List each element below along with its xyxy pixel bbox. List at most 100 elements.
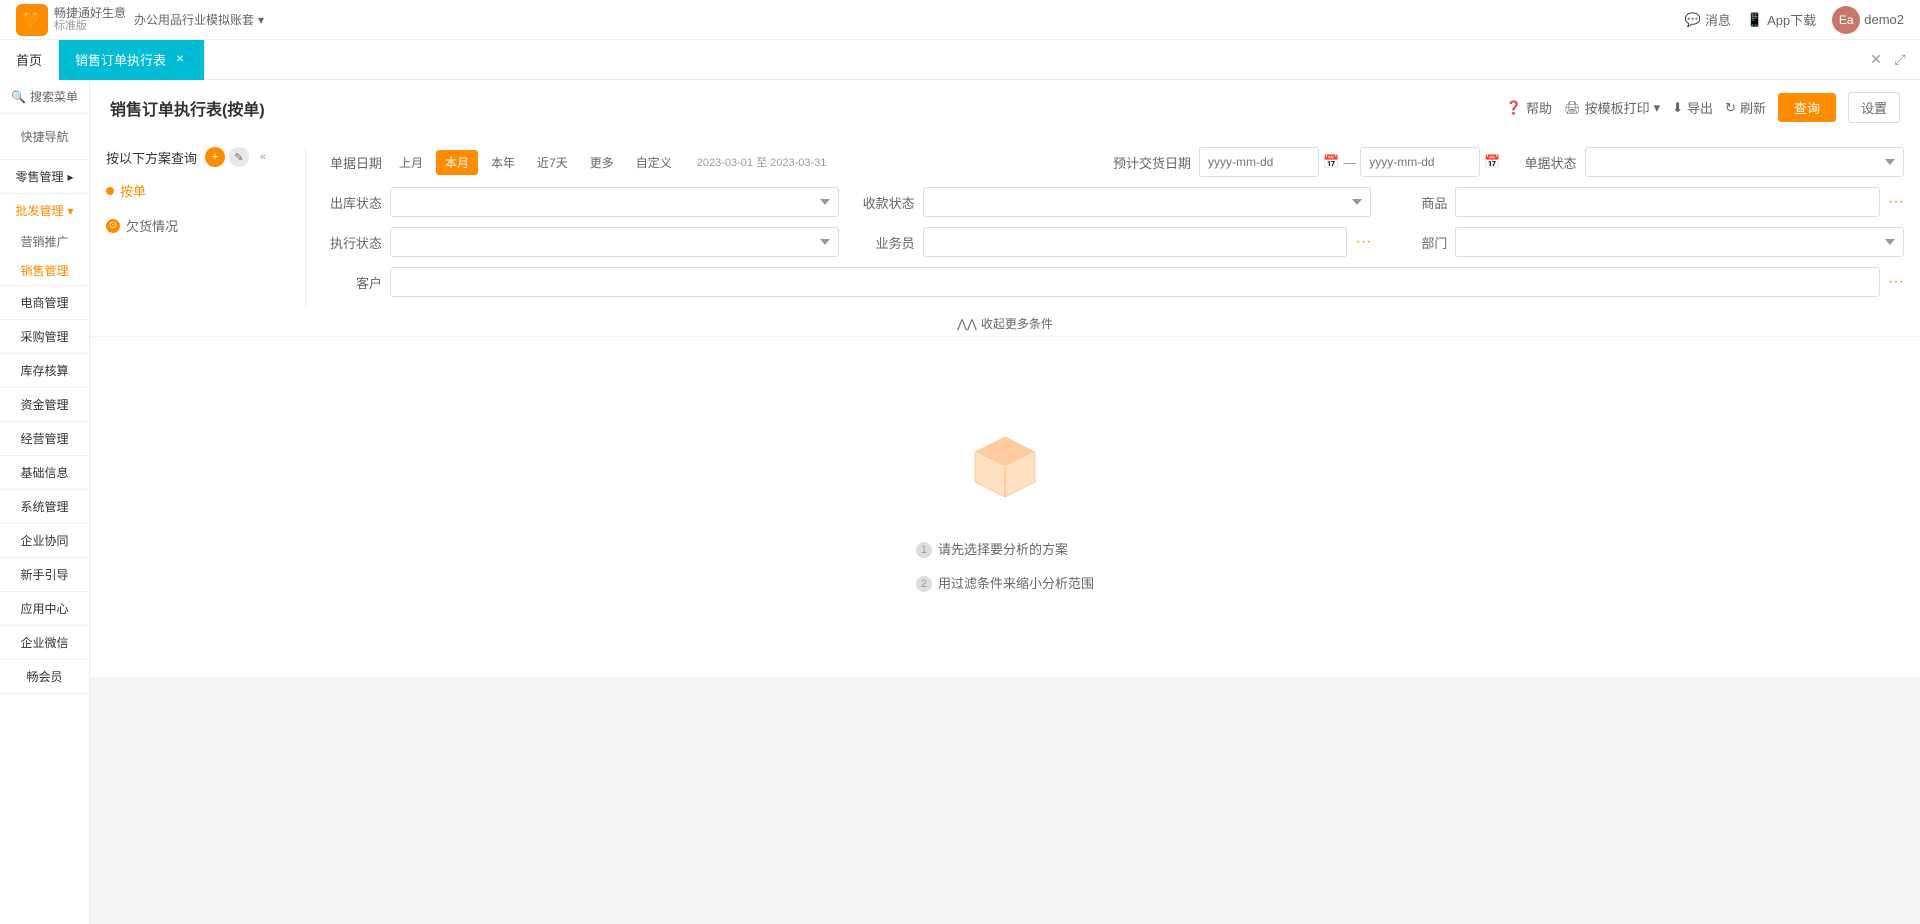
chevron-right-icon: ▸ <box>67 170 73 184</box>
sidebar-item-finance[interactable]: 资金管理 <box>0 388 89 422</box>
sidebar-item-quick-nav[interactable]: 快捷导航 <box>0 120 89 153</box>
help-button[interactable]: ❓ 帮助 <box>1506 98 1552 117</box>
tab-bar: 首页 销售订单执行表 ✕ ✕ ⤢ <box>0 40 1920 80</box>
filter-row-1: 单据日期 上月 本月 本年 近7天 更多 自定义 2023-03-01 至 20… <box>322 147 1904 177</box>
staff-input[interactable] <box>923 227 1348 257</box>
close-window-icon[interactable]: ✕ <box>1868 52 1884 68</box>
app-download-action[interactable]: 📱 App下载 <box>1747 10 1816 29</box>
add-scheme-button[interactable]: + <box>205 147 225 167</box>
sidebar-item-newbie[interactable]: 新手引导 <box>0 558 89 592</box>
goods-label: 商品 <box>1387 193 1447 212</box>
expand-window-icon[interactable]: ⤢ <box>1892 52 1908 68</box>
outbound-select[interactable] <box>390 187 839 217</box>
empty-text: 1 请先选择要分析的方案 2 用过滤条件来缩小分析范围 <box>916 537 1094 597</box>
date-tab-custom[interactable]: 自定义 <box>627 150 681 175</box>
exec-label: 执行状态 <box>322 233 382 252</box>
date-tab-more[interactable]: 更多 <box>581 150 623 175</box>
scheme-icon: ⊙ <box>106 219 120 233</box>
top-bar-left: 🧡 畅捷通好生意 标准版 办公用品行业模拟账套 ▾ <box>16 4 264 36</box>
top-bar: 🧡 畅捷通好生意 标准版 办公用品行业模拟账套 ▾ 💬 消息 📱 App下载 E… <box>0 0 1920 40</box>
sidebar-item-wechat[interactable]: 企业微信 <box>0 626 89 660</box>
calendar-icon-2[interactable]: 📅 <box>1484 154 1500 170</box>
filter-panel-inner: 按以下方案查询 + ✎ « 按单 ⊙ <box>106 147 1904 307</box>
date-tab-current-month[interactable]: 本月 <box>436 150 478 175</box>
collapse-scheme-button[interactable]: « <box>253 147 273 167</box>
goods-input[interactable] <box>1455 187 1880 217</box>
user-profile[interactable]: Ea demo2 <box>1832 6 1904 34</box>
calendar-icon-1[interactable]: 📅 <box>1323 154 1339 170</box>
empty-step-1: 1 请先选择要分析的方案 <box>916 537 1094 563</box>
status-select[interactable] <box>1585 147 1905 177</box>
outbound-filter-group: 出库状态 <box>322 187 839 217</box>
filter-left: 按以下方案查询 + ✎ « 按单 ⊙ <box>106 147 306 307</box>
empty-state: 1 请先选择要分析的方案 2 用过滤条件来缩小分析范围 <box>90 337 1920 677</box>
sidebar-item-inventory[interactable]: 库存核算 <box>0 354 89 388</box>
scheme-item-debt[interactable]: ⊙ 欠货情况 <box>106 210 293 241</box>
estimated-date-group: 预计交货日期 📅 — 📅 <box>1113 147 1501 177</box>
date-filter-group: 单据日期 上月 本月 本年 近7天 更多 自定义 2023-03-01 至 20… <box>322 150 1097 175</box>
sidebar-item-ecommerce[interactable]: 电商管理 <box>0 286 89 320</box>
export-icon: ⬇ <box>1672 100 1683 116</box>
scheme-item-press[interactable]: 按单 <box>106 175 293 206</box>
customer-input[interactable] <box>390 267 1880 297</box>
end-date-input[interactable] <box>1360 147 1480 177</box>
refresh-button[interactable]: ↻ 刷新 <box>1725 98 1766 117</box>
sidebar-item-sales-mgmt[interactable]: 销售管理 <box>0 256 89 285</box>
message-action[interactable]: 💬 消息 <box>1685 10 1731 29</box>
edit-scheme-button[interactable]: ✎ <box>229 147 249 167</box>
date-tabs: 上月 本月 本年 近7天 更多 自定义 <box>390 150 681 175</box>
sidebar-item-member[interactable]: 畅会员 <box>0 660 89 694</box>
avatar-text: Ea <box>1839 13 1854 27</box>
staff-dots[interactable]: ··· <box>1355 234 1371 250</box>
estimated-date-label: 预计交货日期 <box>1113 153 1191 172</box>
empty-icon <box>955 417 1055 517</box>
print-button[interactable]: 🖨 按模板打印 ▾ <box>1564 98 1660 117</box>
step-1-num: 1 <box>916 542 932 558</box>
setting-button[interactable]: 设置 <box>1848 92 1900 123</box>
receipt-label: 收款状态 <box>855 193 915 212</box>
sidebar-item-wholesale[interactable]: 批发管理 ▾ <box>0 194 89 227</box>
sidebar-item-basic[interactable]: 基础信息 <box>0 456 89 490</box>
sidebar-search[interactable]: 🔍 搜索菜单 <box>0 80 89 114</box>
tab-home[interactable]: 首页 <box>0 40 59 80</box>
help-icon: ❓ <box>1506 100 1522 116</box>
start-date-input[interactable] <box>1199 147 1319 177</box>
collapse-button[interactable]: ⋀⋀ 收起更多条件 <box>957 315 1053 332</box>
search-button[interactable]: 查询 <box>1778 93 1836 122</box>
sidebar-quick-nav[interactable]: 快捷导航 <box>0 114 89 160</box>
page-title: 销售订单执行表(按单) <box>110 96 265 120</box>
exec-select[interactable] <box>390 227 839 257</box>
filter-section: 按以下方案查询 + ✎ « 按单 ⊙ <box>90 135 1920 336</box>
date-tab-current-year[interactable]: 本年 <box>482 150 524 175</box>
chevron-down-icon[interactable]: ▾ <box>258 13 264 27</box>
sidebar-item-purchase[interactable]: 采购管理 <box>0 320 89 354</box>
sidebar-item-marketing[interactable]: 营销推广 <box>0 227 89 256</box>
avatar: Ea <box>1832 6 1860 34</box>
goods-filter-group: 商品 ··· <box>1387 187 1904 217</box>
tab-sales-order[interactable]: 销售订单执行表 ✕ <box>59 40 205 80</box>
export-button[interactable]: ⬇ 导出 <box>1672 98 1713 117</box>
content-area: 销售订单执行表(按单) ❓ 帮助 🖨 按模板打印 ▾ ⬇ 导出 ↻ 刷新 <box>90 80 1920 924</box>
main-layout: 🔍 搜索菜单 快捷导航 零售管理 ▸ 批发管理 ▾ 营销推广 销售管理 <box>0 80 1920 924</box>
date-tab-prev-month[interactable]: 上月 <box>390 150 432 175</box>
sidebar-item-enterprise[interactable]: 企业协同 <box>0 524 89 558</box>
exec-filter-group: 执行状态 <box>322 227 839 257</box>
receipt-select[interactable] <box>923 187 1372 217</box>
message-icon: 💬 <box>1685 12 1701 28</box>
page-header: 销售订单执行表(按单) ❓ 帮助 🖨 按模板打印 ▾ ⬇ 导出 ↻ 刷新 <box>90 80 1920 135</box>
phone-icon: 📱 <box>1747 12 1763 28</box>
goods-dots[interactable]: ··· <box>1888 194 1904 210</box>
sidebar-item-retail[interactable]: 零售管理 ▸ <box>0 160 89 193</box>
sidebar-item-ops[interactable]: 经营管理 <box>0 422 89 456</box>
dept-select[interactable] <box>1455 227 1904 257</box>
empty-step-2: 2 用过滤条件来缩小分析范围 <box>916 571 1094 597</box>
customer-dots[interactable]: ··· <box>1888 274 1904 290</box>
staff-label: 业务员 <box>855 233 915 252</box>
sidebar-section-retail: 零售管理 ▸ <box>0 160 89 194</box>
date-tab-7-days[interactable]: 近7天 <box>528 150 577 175</box>
sidebar-item-apps[interactable]: 应用中心 <box>0 592 89 626</box>
close-tab-icon[interactable]: ✕ <box>172 52 188 68</box>
sidebar-item-system[interactable]: 系统管理 <box>0 490 89 524</box>
step-2-num: 2 <box>916 576 932 592</box>
chevron-down-icon: ▾ <box>67 204 73 218</box>
